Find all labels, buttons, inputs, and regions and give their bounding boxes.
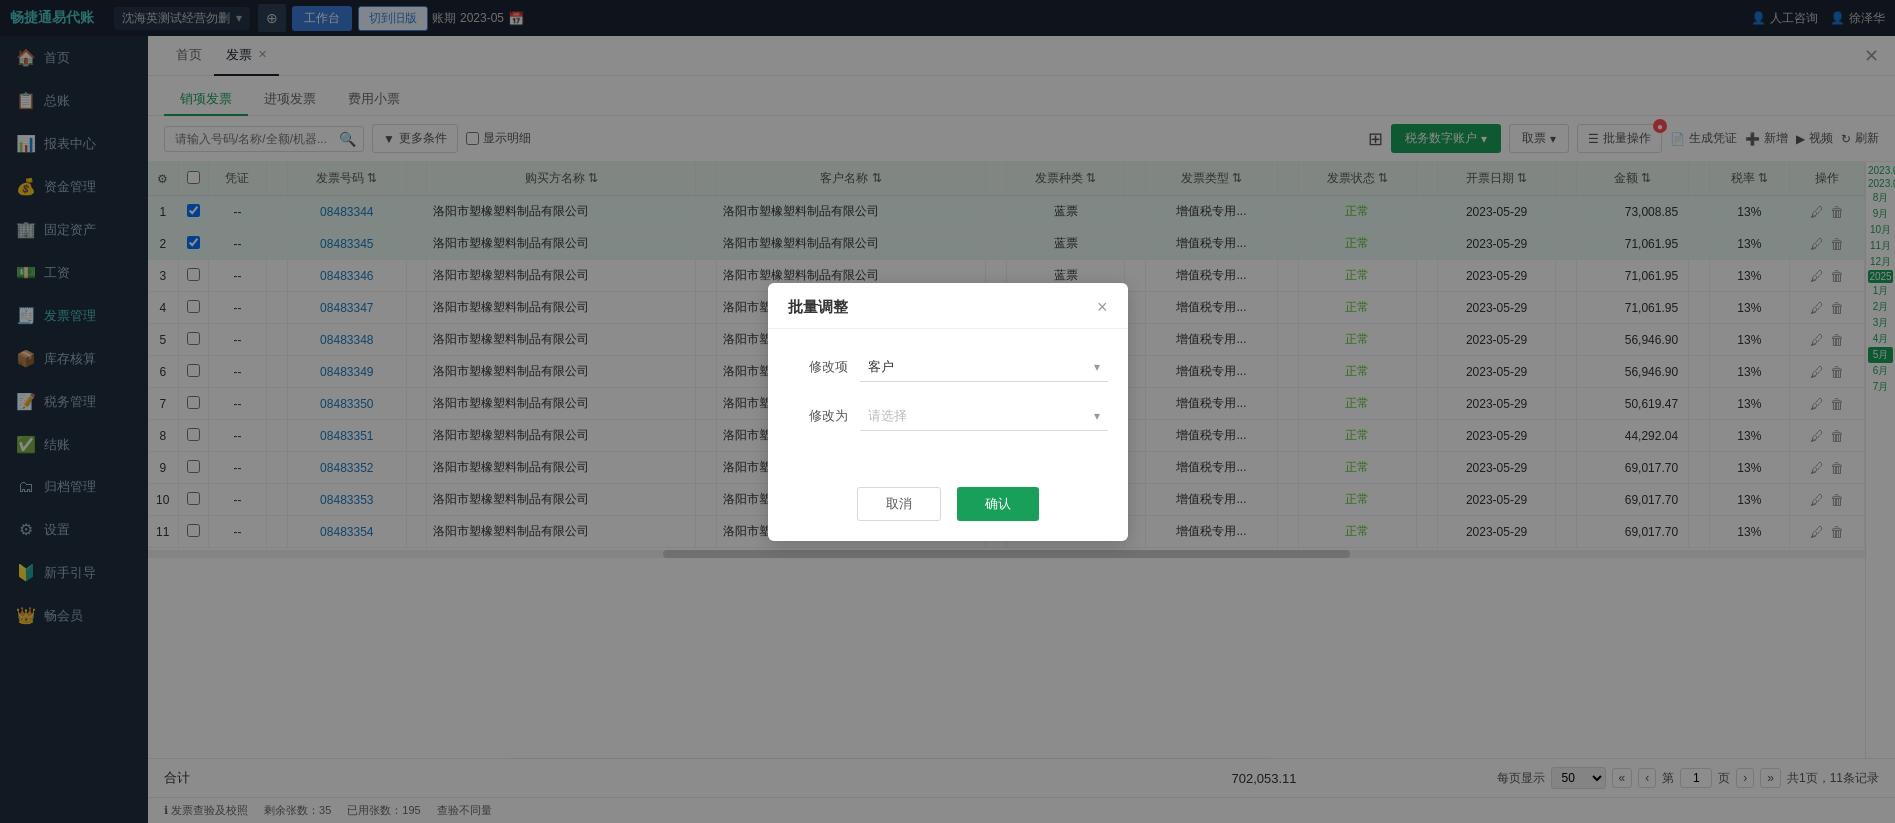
field-select[interactable]: 客户 ▾ — [860, 353, 1108, 382]
confirm-btn[interactable]: 确认 — [957, 487, 1039, 521]
field-value: 客户 — [868, 358, 894, 376]
form-row-field: 修改项 客户 ▾ — [788, 353, 1108, 382]
modal-footer: 取消 确认 — [768, 475, 1128, 541]
cancel-btn[interactable]: 取消 — [857, 487, 941, 521]
modal-overlay[interactable]: 批量调整 × 修改项 客户 ▾ 修改为 请选择 ▾ 取消 确认 — [0, 0, 1895, 823]
change-select[interactable]: 请选择 ▾ — [860, 402, 1108, 431]
form-row-change: 修改为 请选择 ▾ — [788, 402, 1108, 431]
change-label: 修改为 — [788, 407, 848, 425]
change-arrow-icon: ▾ — [1094, 409, 1100, 423]
modal-header: 批量调整 × — [768, 283, 1128, 329]
batch-adjust-modal: 批量调整 × 修改项 客户 ▾ 修改为 请选择 ▾ 取消 确认 — [768, 283, 1128, 541]
modal-body: 修改项 客户 ▾ 修改为 请选择 ▾ — [768, 329, 1128, 475]
modal-title: 批量调整 — [788, 298, 848, 317]
modal-close-btn[interactable]: × — [1097, 297, 1108, 318]
change-placeholder: 请选择 — [868, 407, 907, 425]
field-label: 修改项 — [788, 358, 848, 376]
field-arrow-icon: ▾ — [1094, 360, 1100, 374]
